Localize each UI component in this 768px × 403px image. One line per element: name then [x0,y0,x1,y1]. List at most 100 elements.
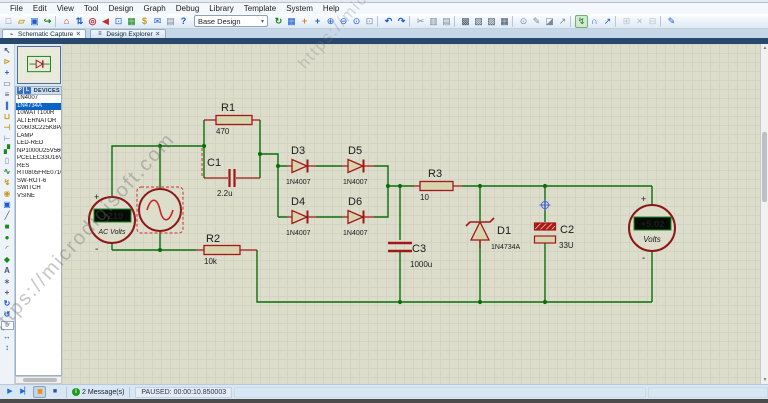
gerber-viewer-button[interactable]: ⊡ [112,15,125,28]
block-move-button[interactable]: ▧ [472,15,485,28]
wire-autorouter-button[interactable]: ↯ [575,14,588,28]
cut-button[interactable]: ✂ [414,15,427,28]
graphics-box-button[interactable]: ■ [1,221,14,232]
device-item[interactable]: 10WATT100R [16,110,61,118]
menu-item[interactable]: Edit [28,4,52,14]
graphics-line-button[interactable]: ╱ [1,210,14,221]
component-d4[interactable]: D4 1N4007 [286,196,316,237]
device-item[interactable]: LED-RED [16,140,61,148]
graphics-symbol-button[interactable]: ∗ [1,276,14,287]
component-r2[interactable]: R2 10k [196,233,257,266]
device-item[interactable]: RT0805FRE07100 [16,170,61,178]
component-c1[interactable]: C1 2.2u [204,157,260,198]
toolbar-separator[interactable] [55,15,59,27]
graphics-circle-button[interactable]: ● [1,232,14,243]
redraw-button[interactable]: ↻ [272,15,285,28]
component-d5[interactable]: D5 1N4007 [342,145,374,186]
menu-item[interactable]: View [52,4,79,14]
menu-item[interactable]: Tool [79,4,104,14]
zoom-out-button[interactable]: ⊖ [337,15,350,28]
pause-button[interactable]: ▮▮ [33,386,46,398]
device-item[interactable]: C0603C225K8PAC [16,125,61,133]
menu-item[interactable]: Design [104,4,139,14]
junction-dot-mode-button[interactable]: + [1,67,14,78]
notes-button[interactable]: ▤ [164,15,177,28]
device-item[interactable]: SW-ROT-6 [16,178,61,186]
device-list-scrollbar[interactable] [15,376,62,384]
schematic-vertical-scrollbar[interactable]: ▲ ▼ [760,44,768,384]
component-c3[interactable]: C3 1000u [388,241,432,269]
pan-button[interactable]: + [311,15,324,28]
voltage-probe-mode-button[interactable]: ↯ [1,177,14,188]
tab-design-explorer[interactable]: ≡ Design Explorer × [90,29,166,38]
search-tag-button[interactable]: ∩ [588,15,601,28]
menu-item[interactable]: Library [204,4,238,14]
wire-label-mode-button[interactable]: ▭ [1,78,14,89]
packaging-tool-button[interactable]: ◪ [543,15,556,28]
rotate-ccw-button[interactable]: ↺ [1,309,14,320]
rotate-cw-button[interactable]: ↻ [1,298,14,309]
device-item[interactable]: NP1000U25V560M [16,148,61,156]
stop-button[interactable]: ■ [48,386,61,398]
current-probe-mode-button[interactable]: ◉ [1,188,14,199]
new-project-button[interactable]: □ [2,15,15,28]
open-project-button[interactable]: ▱ [15,15,28,28]
component-mode-button[interactable]: ⊳ [1,56,14,67]
device-item[interactable]: VSINE [16,193,61,201]
zoom-all-button[interactable]: ⊙ [350,15,363,28]
toolbar-separator[interactable] [660,15,664,27]
zoom-in-button[interactable]: ⊕ [324,15,337,28]
scrollbar-thumb[interactable] [23,378,57,382]
grid-toggle-button[interactable]: ▦ [285,15,298,28]
help-button[interactable]: ? [177,15,190,28]
design-explorer-button[interactable]: ▦ [125,15,138,28]
projects-button[interactable]: ✉ [151,15,164,28]
redo-button[interactable]: ↷ [395,15,408,28]
device-item[interactable]: PCELEC33U16V11 [16,155,61,163]
scroll-down-arrow[interactable]: ▼ [761,376,768,384]
device-item[interactable]: SWITCH [16,185,61,193]
mirror-horizontal-button[interactable]: ↔ [1,331,14,342]
schematic-capture-button[interactable]: ⇅ [73,15,86,28]
component-d6[interactable]: D6 1N4007 [342,196,374,237]
component-r1[interactable]: R1 470 [204,102,260,136]
new-root-sheet-button[interactable]: ⊞ [620,15,633,28]
menu-item[interactable]: Debug [171,4,205,14]
graphics-marker-button[interactable]: + [1,287,14,298]
component-d1[interactable]: D1 1N4734A [465,217,521,251]
pick-parts-button[interactable]: ⊙ [517,15,530,28]
block-copy-button[interactable]: ▩ [459,15,472,28]
tape-recorder-mode-button[interactable]: ▯ [1,155,14,166]
block-rotate-button[interactable]: ▨ [485,15,498,28]
info-icon[interactable]: i [72,388,80,396]
tab-schematic-capture[interactable]: ⌁ Schematic Capture × [2,29,87,38]
ac-source[interactable] [138,188,182,232]
generator-mode-button[interactable]: ∿ [1,166,14,177]
remove-sheet-button[interactable]: × [633,15,646,28]
subcircuit-mode-button[interactable]: ⊔ [1,111,14,122]
decompose-button[interactable]: ↗ [556,15,569,28]
message-count[interactable]: 2 Message(s) [82,389,124,396]
graph-mode-button[interactable]: ▞ [1,144,14,155]
toolbar-separator[interactable] [377,15,381,27]
device-item[interactable]: 1N4734A [16,102,61,110]
graphics-text-button[interactable]: A [1,265,14,276]
copy-button[interactable]: ▥ [427,15,440,28]
origin-button[interactable]: + [298,15,311,28]
property-assignment-button[interactable]: ↗ [601,15,614,28]
wire-net[interactable] [111,120,653,303]
electrical-rule-check-button[interactable]: ✎ [665,15,678,28]
scrollbar-thumb[interactable] [762,132,767,202]
component-d3[interactable]: D3 1N4007 [286,145,316,186]
device-item[interactable]: ALTERNATOR [16,118,61,126]
component-r3[interactable]: R3 10 [414,168,462,202]
toolbar-separator[interactable] [454,15,458,27]
menu-item[interactable]: Template [239,4,281,14]
text-script-mode-button[interactable]: ≡ [1,89,14,100]
toolbar-separator[interactable] [409,15,413,27]
device-item[interactable]: RES [16,163,61,171]
zoom-area-button[interactable]: ⊡ [363,15,376,28]
exit-to-parent-button[interactable]: ⊟ [646,15,659,28]
save-project-button[interactable]: ▣ [28,15,41,28]
device-item[interactable]: LAMP [16,133,61,141]
